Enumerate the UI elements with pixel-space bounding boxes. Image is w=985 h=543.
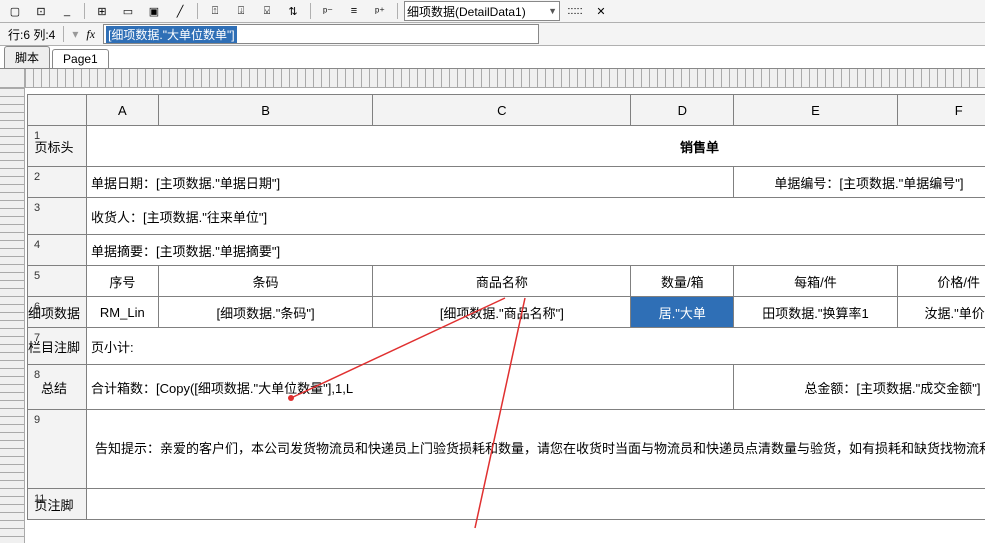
cell-total-amt[interactable]: 总金额：[主项数据."成交金额"]: [734, 365, 985, 410]
cell-d-seq[interactable]: RM_Lin: [87, 297, 159, 328]
report-grid: A B C D E F G H 1页标头 销售单 2 单据日期：[主项: [27, 94, 985, 520]
border-outer-icon[interactable]: ▣: [143, 1, 165, 21]
col-C[interactable]: C: [373, 95, 631, 126]
row-3: 3 收货人：[主项数据."往来单位"]: [28, 198, 985, 235]
cell-code[interactable]: 单据编号：[主项数据."单据编号"]: [734, 167, 985, 198]
col-E[interactable]: E: [734, 95, 897, 126]
cell-receiver[interactable]: 收货人：[主项数据."往来单位"]: [87, 198, 985, 235]
row-header-8[interactable]: 8总结: [28, 365, 87, 410]
formula-bar: 行:6 列:4 ▾ fx [细项数据."大单位数单"]: [0, 23, 985, 46]
row-1: 1页标头 销售单: [28, 126, 985, 167]
col-B[interactable]: B: [158, 95, 373, 126]
main-toolbar: ▢ ⊡ _ ⊞ ▭ ▣ ╱ ⍐ ⍗ ⍌ ⇅ ᵖ⁻ ≡ ᵖ⁺ 细项数据(Detai…: [0, 0, 985, 23]
col-D[interactable]: D: [631, 95, 734, 126]
cell-h-price[interactable]: 价格/件: [897, 266, 985, 297]
merge-icon[interactable]: ▭: [117, 1, 139, 21]
cell-d-price[interactable]: 汝据."单价"]: [897, 297, 985, 328]
datasource-combo[interactable]: 细项数据(DetailData1) ▼: [404, 1, 560, 21]
align-top-icon[interactable]: ⍐: [204, 1, 226, 21]
align-bottom2-icon[interactable]: ⍌: [256, 1, 278, 21]
border-bottom-icon[interactable]: _: [56, 1, 78, 21]
row-6: 6细项数据 RM_Lin [细项数据."条码"] [细项数据."商品名称"] 居…: [28, 297, 985, 328]
grid-icon[interactable]: ⊞: [91, 1, 113, 21]
report-designer[interactable]: A B C D E F G H 1页标头 销售单 2 单据日期：[主项: [25, 88, 985, 543]
row-7: 7栏目注脚 页小计:: [28, 328, 985, 365]
ruler-horizontal[interactable]: [25, 69, 985, 88]
row-header-4[interactable]: 4: [28, 235, 87, 266]
cell-total-box[interactable]: 合计箱数：[Copy([细项数据."大单位数量"],1,L: [87, 365, 734, 410]
datasource-combo-label: 细项数据(DetailData1): [407, 3, 526, 20]
cell-summary[interactable]: 单据摘要：[主项数据."单据摘要"]: [87, 235, 985, 266]
cell-h-name[interactable]: 商品名称: [373, 266, 631, 297]
cell-title[interactable]: 销售单: [87, 126, 985, 167]
grid-lines-icon[interactable]: :::::: [564, 1, 586, 21]
formula-input[interactable]: [细项数据."大单位数单"]: [103, 24, 539, 44]
row-header-3[interactable]: 3: [28, 198, 87, 235]
zoom-in-icon[interactable]: ᵖ⁺: [369, 1, 391, 21]
col-header-row: A B C D E F G H: [28, 95, 985, 126]
cell-notice[interactable]: 告知提示：亲爱的客户们，本公司发货物流员和快递员上门验货损耗和数量，请您在收货时…: [87, 410, 985, 489]
close-icon[interactable]: ✕: [590, 1, 612, 21]
col-A[interactable]: A: [87, 95, 159, 126]
row-header-1[interactable]: 1页标头: [28, 126, 87, 167]
cell-d-qtybox-selected[interactable]: 居."大单: [631, 297, 734, 328]
ruler-vertical[interactable]: [0, 88, 25, 543]
border-dots-icon[interactable]: ⊡: [30, 1, 52, 21]
distribute-icon[interactable]: ⇅: [282, 1, 304, 21]
row-11: 11页注脚 [_RM_Page]/[_RM_TotalPages]: [28, 489, 985, 520]
tab-page1[interactable]: Page1: [52, 49, 109, 68]
cell-d-barcode[interactable]: [细项数据."条码"]: [158, 297, 373, 328]
border-none-icon[interactable]: ▢: [4, 1, 26, 21]
row-9: 9 告知提示：亲爱的客户们，本公司发货物流员和快递员上门验货损耗和数量，请您在收…: [28, 410, 985, 489]
row-8: 8总结 合计箱数：[Copy([细项数据."大单位数量"],1,L 总金额：[主…: [28, 365, 985, 410]
cell-d-name[interactable]: [细项数据."商品名称"]: [373, 297, 631, 328]
zoom-out-icon[interactable]: ᵖ⁻: [317, 1, 339, 21]
cell-h-perbox[interactable]: 每箱/件: [734, 266, 897, 297]
align-middle-icon[interactable]: ⍗: [230, 1, 252, 21]
fx-dropdown-icon[interactable]: ▾: [72, 27, 78, 41]
row-header-7[interactable]: 7栏目注脚: [28, 328, 87, 365]
row-4: 4 单据摘要：[主项数据."单据摘要"]: [28, 235, 985, 266]
ruler-corner: [0, 69, 25, 88]
col-F[interactable]: F: [897, 95, 985, 126]
row-header-5[interactable]: 5: [28, 266, 87, 297]
corner-cell[interactable]: [28, 95, 87, 126]
row-header-11[interactable]: 11页注脚: [28, 489, 87, 520]
tab-script[interactable]: 脚本: [4, 46, 50, 68]
row-2: 2 单据日期：[主项数据."单据日期"] 单据编号：[主项数据."单据编号"]: [28, 167, 985, 198]
row-icon[interactable]: ≡: [343, 1, 365, 21]
cell-date[interactable]: 单据日期：[主项数据."单据日期"]: [87, 167, 734, 198]
cell-h-barcode[interactable]: 条码: [158, 266, 373, 297]
cell-h-seq[interactable]: 序号: [87, 266, 159, 297]
row-header-2[interactable]: 2: [28, 167, 87, 198]
cell-d-perbox[interactable]: 田项数据."换算率1: [734, 297, 897, 328]
row-5: 5 序号 条码 商品名称 数量/箱 每箱/件 价格/件 数量/件 金额: [28, 266, 985, 297]
border-style-icon[interactable]: ╱: [169, 1, 191, 21]
fx-icon[interactable]: fx: [86, 27, 95, 42]
page-tabs: 脚本 Page1: [0, 46, 985, 69]
row-header-9[interactable]: 9: [28, 410, 87, 489]
cell-subtotal[interactable]: 页小计:: [87, 328, 985, 365]
row-header-6[interactable]: 6细项数据: [28, 297, 87, 328]
cell-foot-blank[interactable]: [87, 489, 985, 520]
cell-h-qtybox[interactable]: 数量/箱: [631, 266, 734, 297]
formula-value: [细项数据."大单位数单"]: [106, 26, 237, 43]
chevron-down-icon: ▼: [548, 6, 557, 16]
cell-position-label: 行:6 列:4: [8, 26, 55, 43]
